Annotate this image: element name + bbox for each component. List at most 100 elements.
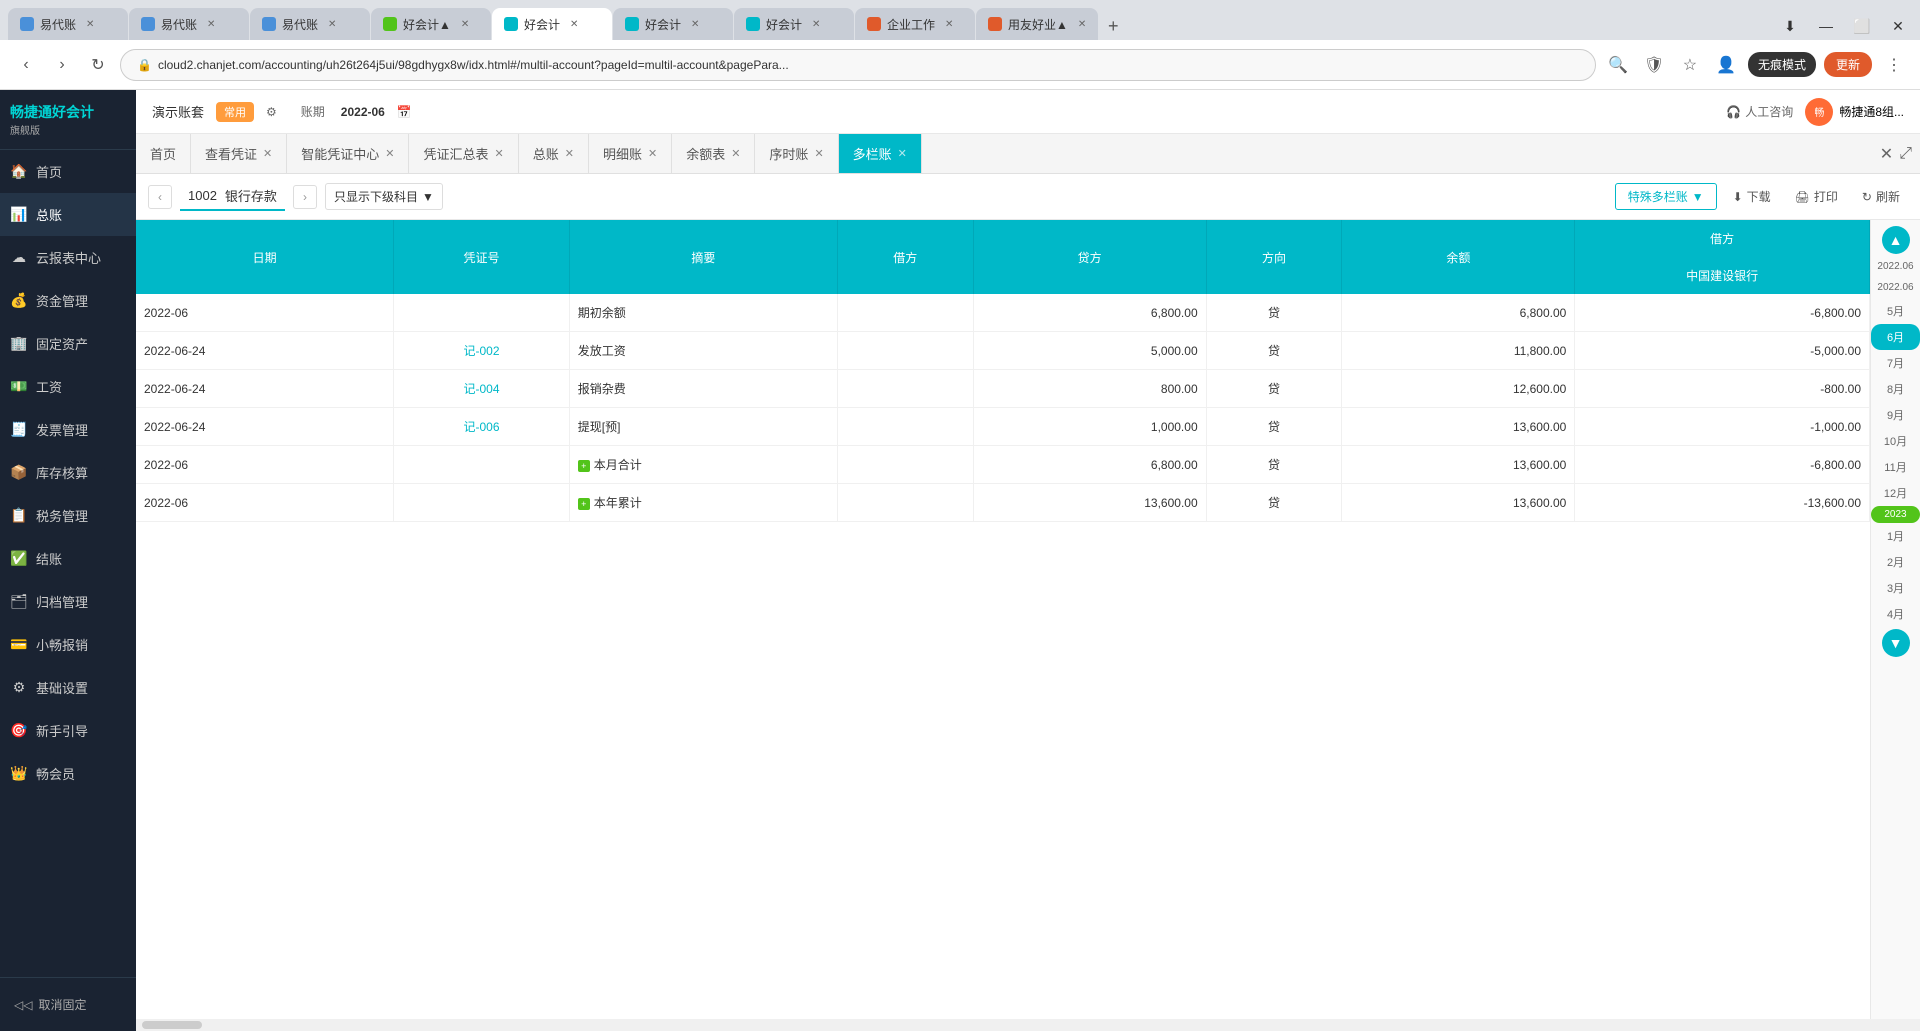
sidebar-item-expense[interactable]: 💳 小畅报销	[0, 623, 136, 666]
tab-close-icon[interactable]: ✕	[648, 147, 657, 160]
tab-haohuiji-3[interactable]: 好会计 ✕	[613, 8, 733, 40]
tab-close-icon[interactable]: ✕	[461, 19, 469, 30]
settings-icon[interactable]: ⚙	[266, 105, 277, 119]
wuhen-button[interactable]: 无痕模式	[1748, 52, 1816, 77]
tab-close-icon[interactable]: ✕	[565, 147, 574, 160]
tab-multi-column[interactable]: 多栏账 ✕	[839, 134, 922, 173]
minimize-button[interactable]: —	[1812, 12, 1840, 40]
tab-close-icon[interactable]: ✕	[945, 19, 953, 30]
tab-close-icon[interactable]: ✕	[570, 19, 578, 30]
forward-button[interactable]: ›	[48, 51, 76, 79]
tab-list-button[interactable]: ⬇	[1776, 12, 1804, 40]
sidebar-item-membership[interactable]: 👑 畅会员	[0, 752, 136, 795]
tab-yidaizhang-3[interactable]: 易代账 ✕	[250, 8, 370, 40]
new-tab-button[interactable]: +	[1099, 12, 1127, 40]
shield-icon[interactable]: 🛡	[1640, 51, 1668, 79]
timeline-3-2023[interactable]: 3月	[1871, 575, 1920, 601]
tab-close-icon[interactable]: ✕	[898, 147, 907, 160]
tab-close-icon[interactable]: ✕	[207, 19, 215, 30]
tab-enterprise[interactable]: 企业工作 ✕	[855, 8, 975, 40]
collapse-panel-icon[interactable]: ✕	[1880, 144, 1893, 164]
tab-haohuiji-1[interactable]: 好会计▲ ✕	[371, 8, 491, 40]
timeline-8[interactable]: 8月	[1871, 376, 1920, 402]
tab-close-icon[interactable]: ✕	[691, 19, 699, 30]
print-button[interactable]: 🖨 打印	[1787, 184, 1846, 209]
cell-voucher[interactable]: 记-006	[394, 408, 570, 446]
bottom-scrollbar[interactable]	[136, 1019, 1920, 1031]
sidebar-item-inventory[interactable]: 📦 库存核算	[0, 451, 136, 494]
tab-detail-ledger[interactable]: 明细账 ✕	[589, 134, 672, 173]
timeline-7[interactable]: 7月	[1871, 350, 1920, 376]
tab-general-ledger[interactable]: 总账 ✕	[519, 134, 589, 173]
tab-smart-voucher[interactable]: 智能凭证中心 ✕	[287, 134, 409, 173]
calendar-icon[interactable]: 📅	[397, 105, 412, 119]
sidebar-item-home[interactable]: 🏠 首页	[0, 150, 136, 193]
tab-yidaizhang-1[interactable]: 易代账 ✕	[8, 8, 128, 40]
tab-haohuiji-4[interactable]: 好会计 ✕	[734, 8, 854, 40]
close-window-button[interactable]: ✕	[1884, 12, 1912, 40]
sidebar-item-reports[interactable]: ☁ 云报表中心	[0, 236, 136, 279]
account-selector[interactable]: 1002 银行存款	[180, 182, 285, 211]
sidebar-item-salary[interactable]: 💵 工资	[0, 365, 136, 408]
tab-close-icon[interactable]: ✕	[731, 147, 740, 160]
tab-close-icon[interactable]: ✕	[86, 19, 94, 30]
tab-close-icon[interactable]: ✕	[1078, 19, 1086, 30]
sidebar-item-tax[interactable]: 📋 税务管理	[0, 494, 136, 537]
voucher-link[interactable]: 记-006	[464, 420, 500, 434]
tab-haohuiji-2[interactable]: 好会计 ✕	[492, 8, 612, 40]
tab-youyou[interactable]: 用友好业▲ ✕	[976, 8, 1098, 40]
tab-view-voucher[interactable]: 查看凭证 ✕	[191, 134, 287, 173]
tab-close-icon[interactable]: ✕	[328, 19, 336, 30]
reload-button[interactable]: ↻	[84, 51, 112, 79]
help-button[interactable]: 🎧 人工咨询	[1726, 103, 1793, 120]
tab-home[interactable]: 首页	[136, 134, 191, 173]
cell-voucher[interactable]: 记-004	[394, 370, 570, 408]
star-icon[interactable]: ☆	[1676, 51, 1704, 79]
timeline-9[interactable]: 9月	[1871, 402, 1920, 428]
timeline-6[interactable]: 6月	[1871, 324, 1920, 350]
prev-account-button[interactable]: ‹	[148, 185, 172, 209]
timeline-11[interactable]: 11月	[1871, 454, 1920, 480]
sidebar-item-assets[interactable]: 🏢 固定资产	[0, 322, 136, 365]
sidebar-item-ledger[interactable]: 📊 总账	[0, 193, 136, 236]
unpin-button[interactable]: ◁◁ 取消固定	[10, 988, 126, 1021]
sub-level-filter[interactable]: 只显示下级科目 ▼	[325, 183, 443, 210]
voucher-link[interactable]: 记-002	[464, 344, 500, 358]
expand-panel-icon[interactable]: ⤢	[1899, 145, 1912, 163]
tab-close-icon[interactable]: ✕	[385, 147, 394, 160]
tab-yidaizhang-2[interactable]: 易代账 ✕	[129, 8, 249, 40]
sidebar-item-invoice[interactable]: 🧾 发票管理	[0, 408, 136, 451]
special-multi-column-button[interactable]: 特殊多栏账 ▼	[1615, 183, 1717, 210]
refresh-button[interactable]: ↻ 刷新	[1854, 184, 1908, 209]
sidebar-item-archive[interactable]: 🗂 归档管理	[0, 580, 136, 623]
update-button[interactable]: 更新	[1824, 52, 1872, 77]
settings-icon[interactable]: ⋮	[1880, 51, 1908, 79]
timeline-scroll-up[interactable]: ▲	[1882, 226, 1910, 254]
url-input[interactable]: 🔒 cloud2.chanjet.com/accounting/uh26t264…	[120, 49, 1596, 81]
next-account-button[interactable]: ›	[293, 185, 317, 209]
tab-close-icon[interactable]: ✕	[495, 147, 504, 160]
profile-icon[interactable]: 👤	[1712, 51, 1740, 79]
voucher-link[interactable]: 记-004	[464, 382, 500, 396]
timeline-scroll-down[interactable]: ▼	[1882, 629, 1910, 657]
tab-balance[interactable]: 余额表 ✕	[672, 134, 755, 173]
demo-badge[interactable]: 常用	[216, 102, 254, 122]
tab-chronological[interactable]: 序时账 ✕	[755, 134, 838, 173]
tab-close-icon[interactable]: ✕	[812, 19, 820, 30]
timeline-10[interactable]: 10月	[1871, 428, 1920, 454]
scroll-thumb[interactable]	[142, 1021, 202, 1029]
sidebar-item-settings[interactable]: ⚙ 基础设置	[0, 666, 136, 709]
tab-close-icon[interactable]: ✕	[263, 147, 272, 160]
timeline-4-2023[interactable]: 4月	[1871, 601, 1920, 627]
timeline-2-2023[interactable]: 2月	[1871, 549, 1920, 575]
cell-voucher[interactable]: 记-002	[394, 332, 570, 370]
sidebar-item-close[interactable]: ✅ 结账	[0, 537, 136, 580]
timeline-1-2023[interactable]: 1月	[1871, 523, 1920, 549]
back-button[interactable]: ‹	[12, 51, 40, 79]
search-icon[interactable]: 🔍	[1604, 51, 1632, 79]
sidebar-item-funds[interactable]: 💰 资金管理	[0, 279, 136, 322]
timeline-12[interactable]: 12月	[1871, 480, 1920, 506]
tab-close-icon[interactable]: ✕	[814, 147, 823, 160]
download-button[interactable]: ⬇ 下载	[1725, 184, 1779, 209]
restore-button[interactable]: ⬜	[1848, 12, 1876, 40]
